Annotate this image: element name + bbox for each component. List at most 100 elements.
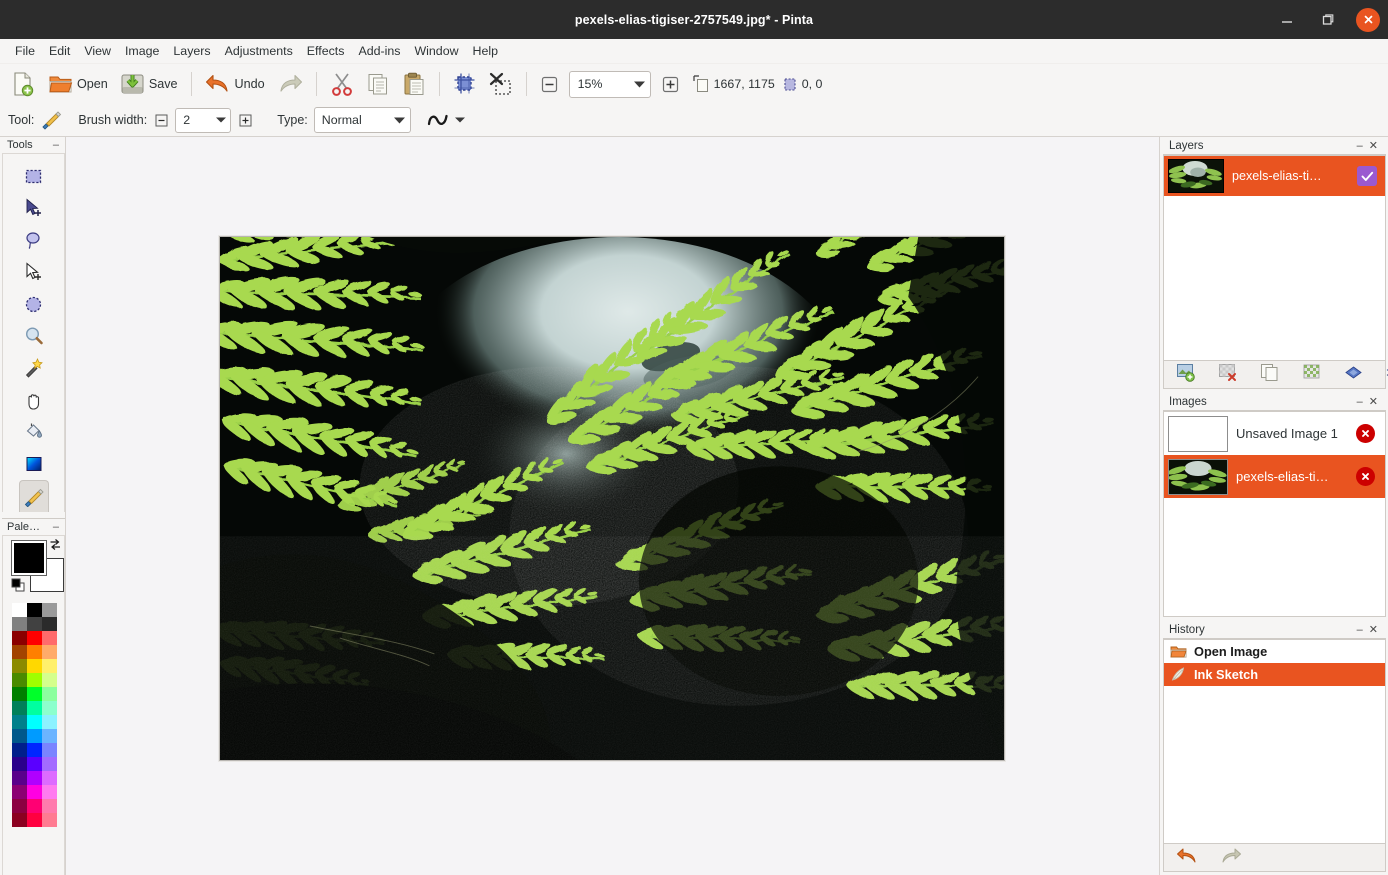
palette-swatch[interactable] xyxy=(12,799,27,813)
paste-button[interactable] xyxy=(397,68,431,100)
history-panel-close-button[interactable]: ✕ xyxy=(1366,623,1381,636)
tool-gradient[interactable] xyxy=(19,448,49,480)
palette-swatch[interactable] xyxy=(12,673,27,687)
palette-swatch[interactable] xyxy=(12,659,27,673)
image-row-pexels[interactable]: pexels-elias-ti… xyxy=(1164,455,1385,498)
crop-to-selection-button[interactable] xyxy=(448,68,482,100)
palette-swatch[interactable] xyxy=(42,631,57,645)
undo-button[interactable]: Undo xyxy=(200,68,270,100)
palette-swatch[interactable] xyxy=(42,603,57,617)
palette-swatch[interactable] xyxy=(27,757,42,771)
palette-swatch[interactable] xyxy=(27,785,42,799)
deselect-button[interactable] xyxy=(484,68,518,100)
blend-mode-combo[interactable]: Normal xyxy=(313,107,411,133)
palette-swatch[interactable] xyxy=(27,715,42,729)
tool-zoom[interactable] xyxy=(19,320,49,352)
add-layer-button[interactable] xyxy=(1176,363,1196,387)
history-list[interactable]: Open Image Ink Sketch xyxy=(1163,639,1386,844)
delete-layer-button[interactable] xyxy=(1218,363,1238,387)
images-panel-close-button[interactable]: ✕ xyxy=(1366,395,1381,408)
primary-color-swatch[interactable] xyxy=(11,540,47,576)
palette-swatch[interactable] xyxy=(12,715,27,729)
tools-panel-minimize-button[interactable]: – xyxy=(53,139,61,151)
menu-adjustments[interactable]: Adjustments xyxy=(218,41,300,61)
palette-swatch[interactable] xyxy=(27,617,42,631)
tool-pan[interactable] xyxy=(19,384,49,416)
zoom-in-button[interactable] xyxy=(656,68,685,100)
move-layer-up-button[interactable] xyxy=(1344,364,1363,386)
layers-panel-minimize-button[interactable]: – xyxy=(1354,140,1366,152)
palette-swatch[interactable] xyxy=(27,701,42,715)
palette-swatch[interactable] xyxy=(27,813,42,827)
palette-swatch[interactable] xyxy=(27,743,42,757)
menu-layers[interactable]: Layers xyxy=(166,41,217,61)
duplicate-layer-button[interactable] xyxy=(1260,363,1280,387)
stroke-style-button[interactable] xyxy=(427,112,466,128)
palette-swatch[interactable] xyxy=(12,645,27,659)
palette-swatch[interactable] xyxy=(42,813,57,827)
layers-panel-close-button[interactable]: ✕ xyxy=(1366,139,1381,152)
merge-layer-down-button[interactable] xyxy=(1302,363,1322,387)
image-canvas[interactable] xyxy=(219,236,1005,761)
menu-help[interactable]: Help xyxy=(466,41,505,61)
images-panel-minimize-button[interactable]: – xyxy=(1354,396,1366,408)
menu-view[interactable]: View xyxy=(77,41,118,61)
swap-colors-icon[interactable] xyxy=(49,538,62,554)
brush-width-input[interactable]: 2 xyxy=(175,107,232,133)
zoom-out-button[interactable] xyxy=(535,68,564,100)
tool-rectangle-select[interactable] xyxy=(19,160,49,192)
canvas-area[interactable] xyxy=(66,137,1160,875)
menu-file[interactable]: File xyxy=(8,41,42,61)
brush-width-increase-button[interactable] xyxy=(237,112,253,128)
close-icon[interactable] xyxy=(1356,7,1380,32)
image-row-unsaved[interactable]: Unsaved Image 1 xyxy=(1164,412,1385,455)
brush-width-decrease-button[interactable] xyxy=(153,112,169,128)
palette-swatch[interactable] xyxy=(12,631,27,645)
redo-button[interactable] xyxy=(272,68,308,100)
palette-swatch[interactable] xyxy=(27,645,42,659)
palette-swatch[interactable] xyxy=(42,757,57,771)
palette-swatch[interactable] xyxy=(27,799,42,813)
history-panel-minimize-button[interactable]: – xyxy=(1354,624,1366,636)
palette-swatch[interactable] xyxy=(12,757,27,771)
menu-add-ins[interactable]: Add-ins xyxy=(351,41,407,61)
palette-swatch[interactable] xyxy=(12,729,27,743)
menu-image[interactable]: Image xyxy=(118,41,166,61)
palette-swatch[interactable] xyxy=(12,687,27,701)
close-image-button[interactable] xyxy=(1356,467,1375,486)
open-button[interactable]: Open xyxy=(43,68,113,100)
palette-swatch[interactable] xyxy=(42,785,57,799)
layers-list[interactable]: pexels-elias-ti… xyxy=(1163,155,1386,361)
layer-visibility-checkbox[interactable] xyxy=(1357,166,1377,186)
palette-swatch[interactable] xyxy=(12,603,27,617)
palette-swatch[interactable] xyxy=(12,785,27,799)
menu-window[interactable]: Window xyxy=(407,41,465,61)
palette-swatch[interactable] xyxy=(27,603,42,617)
menu-edit[interactable]: Edit xyxy=(42,41,77,61)
tool-move-selected[interactable] xyxy=(19,192,49,224)
layer-row[interactable]: pexels-elias-ti… xyxy=(1164,156,1385,196)
save-button[interactable]: Save xyxy=(115,68,183,100)
tool-ellipse-select[interactable] xyxy=(19,288,49,320)
palette-swatch[interactable] xyxy=(42,617,57,631)
history-row-ink-sketch[interactable]: Ink Sketch xyxy=(1164,663,1385,686)
palette-swatch[interactable] xyxy=(12,701,27,715)
palette-swatch[interactable] xyxy=(42,673,57,687)
palette-swatch[interactable] xyxy=(12,743,27,757)
history-row-open-image[interactable]: Open Image xyxy=(1164,640,1385,663)
tool-lasso-select[interactable] xyxy=(19,224,49,256)
menu-effects[interactable]: Effects xyxy=(300,41,352,61)
cut-button[interactable] xyxy=(325,68,359,100)
tool-magic-wand[interactable] xyxy=(19,352,49,384)
palette-swatch[interactable] xyxy=(12,813,27,827)
palette-swatch[interactable] xyxy=(42,687,57,701)
reset-colors-icon[interactable] xyxy=(11,578,26,598)
tool-paint-bucket[interactable] xyxy=(19,416,49,448)
palette-swatch[interactable] xyxy=(27,659,42,673)
copy-button[interactable] xyxy=(361,68,395,100)
palette-swatch[interactable] xyxy=(42,659,57,673)
close-image-button[interactable] xyxy=(1356,424,1375,443)
palette-swatch[interactable] xyxy=(12,771,27,785)
palette-panel-minimize-button[interactable]: – xyxy=(53,521,61,533)
palette-swatch[interactable] xyxy=(27,771,42,785)
